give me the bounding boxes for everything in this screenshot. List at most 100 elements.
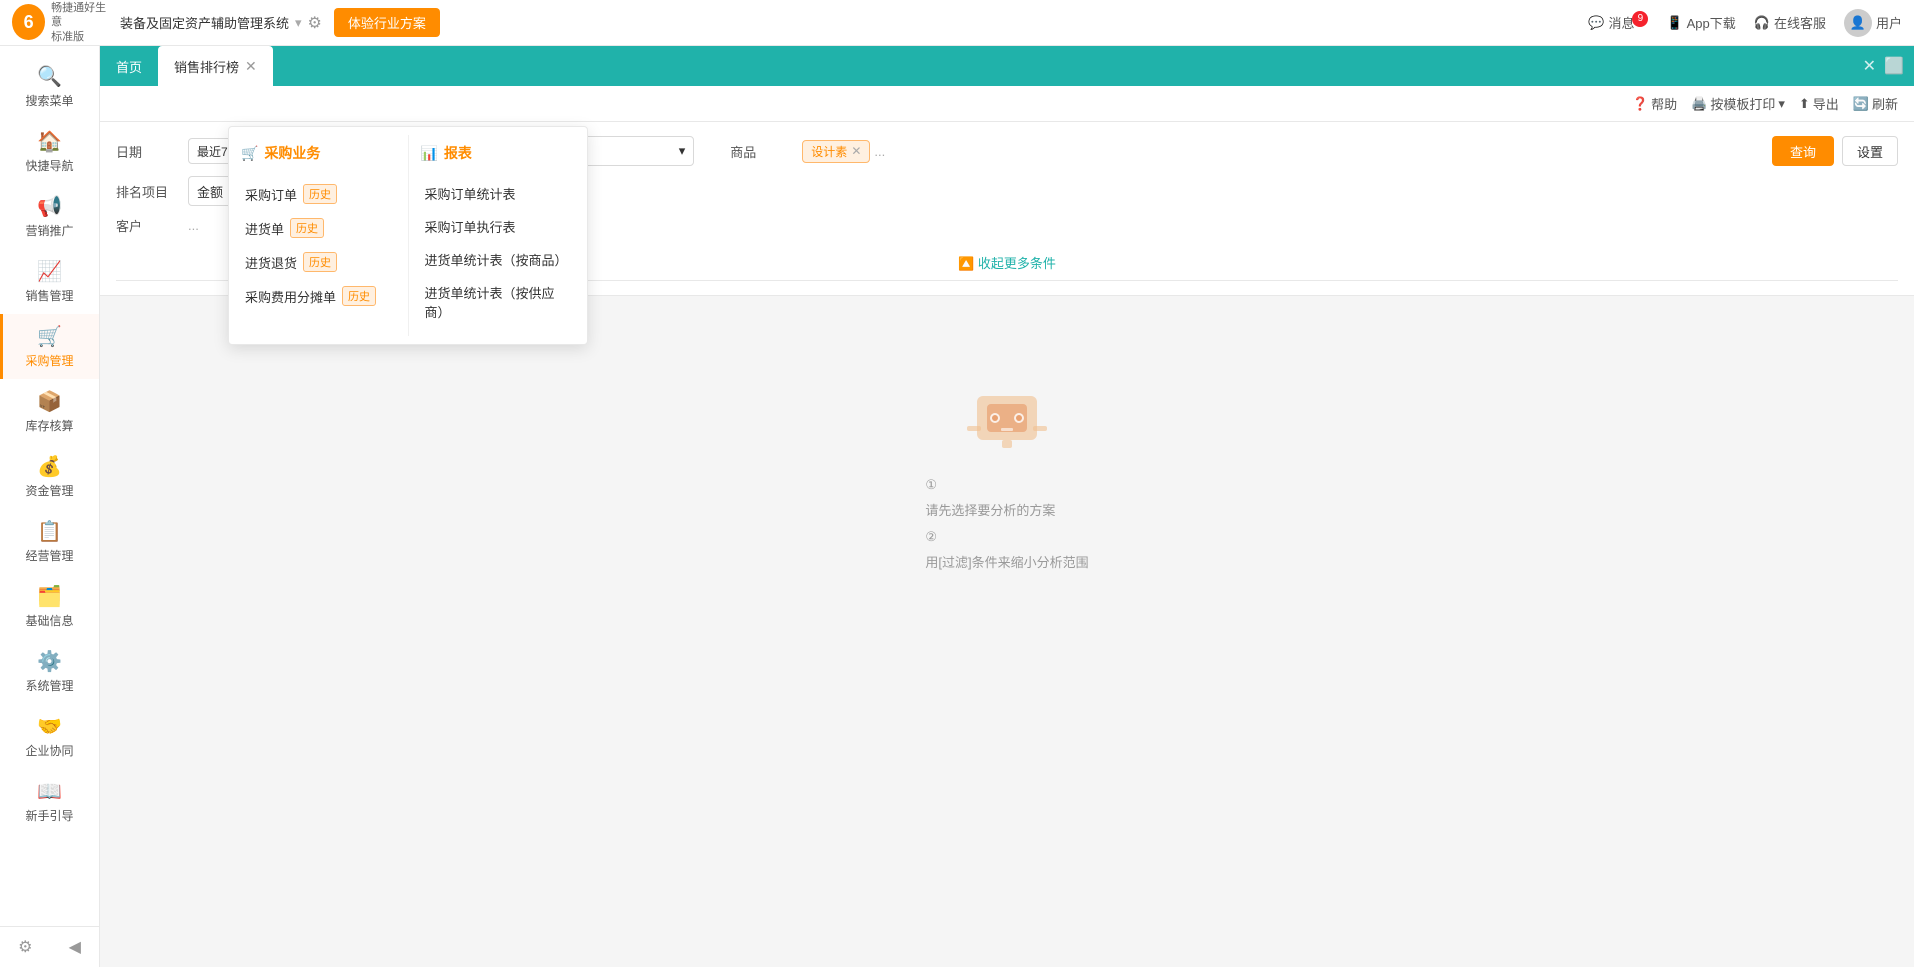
sidebar-label-finance: 资金管理: [25, 482, 73, 499]
settings-bottom-btn[interactable]: ⚙: [18, 937, 32, 957]
inventory-icon: 📦: [37, 389, 62, 414]
sidebar-item-quick[interactable]: 🏠 快捷导航: [0, 119, 99, 184]
dropdown-item-order-stats[interactable]: 采购订单统计表: [421, 177, 576, 210]
gear-icon[interactable]: ⚙: [308, 13, 322, 33]
finance-icon: 💰: [37, 454, 62, 479]
dropdown-item-expense[interactable]: 采购费用分摊单 历史: [241, 279, 396, 313]
sidebar-label-guide: 新手引导: [25, 807, 73, 824]
message-badge: 9: [1632, 11, 1648, 27]
history-badge-2: 历史: [303, 252, 337, 272]
tab-sales-ranking[interactable]: 销售排行榜 ✕: [158, 46, 273, 86]
export-icon: ⬆: [1799, 96, 1810, 112]
date-label: 日期: [116, 142, 172, 161]
goods-tag[interactable]: 设计素 ✕: [802, 140, 870, 163]
purchase-dropdown-menu: 🛒 采购业务 采购订单 历史 进货单 历史 进货退货 历史: [228, 126, 588, 345]
tab-restore-icon[interactable]: ⬜: [1884, 56, 1904, 76]
avatar: 👤: [1844, 9, 1872, 37]
goods-tag-close[interactable]: ✕: [851, 144, 861, 158]
customer-more-btn[interactable]: ...: [188, 218, 199, 233]
toolbar: ❓ 帮助 🖨️ 按模板打印 ▾ ⬆ 导出 🔄 刷新: [100, 86, 1914, 122]
enterprise-icon: 🤝: [37, 714, 62, 739]
dropdown-item-order-exec[interactable]: 采购订单执行表: [421, 210, 576, 243]
sidebar-item-sales[interactable]: 📈 销售管理: [0, 249, 99, 314]
history-badge-1: 历史: [290, 218, 324, 238]
query-btn[interactable]: 查询: [1772, 136, 1834, 166]
content-area: 首页 销售排行榜 ✕ ✕ ⬜ ❓ 帮助 🖨️: [100, 46, 1914, 967]
headset-icon: 🎧: [1754, 15, 1770, 31]
online-service-btn[interactable]: 🎧 在线客服: [1754, 13, 1826, 32]
guide-icon: 📖: [37, 779, 62, 804]
purchase-header: 🛒 采购业务: [241, 143, 396, 167]
tab-close-all-icon[interactable]: ✕: [1863, 56, 1876, 76]
empty-text: ① 请先选择要分析的方案 ② 用[过滤]条件来缩小分析范围: [925, 472, 1088, 576]
empty-state: ① 请先选择要分析的方案 ② 用[过滤]条件来缩小分析范围: [100, 296, 1914, 656]
sales-icon: 📈: [37, 259, 62, 284]
logo-text: 畅捷通好生意 标准版: [51, 1, 112, 44]
phone-icon: 📱: [1666, 15, 1682, 31]
logo-icon: 6: [12, 4, 45, 40]
sidebar-item-purchase[interactable]: 🛒 采购管理: [0, 314, 99, 379]
tab-bar-actions: ✕ ⬜: [1863, 56, 1914, 76]
sidebar-label-inventory: 库存核算: [25, 417, 73, 434]
goods-label: 商品: [730, 142, 786, 161]
sidebar-label-basic: 基础信息: [25, 612, 73, 629]
sidebar-label-system: 系统管理: [25, 677, 73, 694]
collapse-sidebar-btn[interactable]: ◀: [69, 937, 81, 957]
page-content: ❓ 帮助 🖨️ 按模板打印 ▾ ⬆ 导出 🔄 刷新: [100, 86, 1914, 967]
sidebar: 🔍 搜索菜单 🏠 快捷导航 📢 营销推广 📈 销售管理 🛒 采购管理 📦 库存核…: [0, 46, 100, 967]
setting-btn[interactable]: 设置: [1842, 136, 1898, 166]
system-name-area: 装备及固定资产辅助管理系统 ▾ ⚙: [120, 13, 322, 33]
sidebar-item-system[interactable]: ⚙️ 系统管理: [0, 639, 99, 704]
tab-close-icon[interactable]: ✕: [245, 58, 257, 75]
system-name: 装备及固定资产辅助管理系统: [120, 13, 289, 32]
filter-actions-right: 查询 设置: [1772, 136, 1898, 166]
system-dropdown-icon[interactable]: ▾: [295, 15, 302, 31]
export-btn[interactable]: ⬆ 导出: [1799, 94, 1839, 113]
goods-more-btn[interactable]: ...: [874, 144, 885, 159]
industry-btn[interactable]: 体验行业方案: [334, 8, 440, 37]
voucher-status-chevron: ▾: [679, 143, 686, 159]
sidebar-item-search[interactable]: 🔍 搜索菜单: [0, 54, 99, 119]
history-badge-0: 历史: [303, 184, 337, 204]
app-download-btn[interactable]: 📱 App下载: [1666, 13, 1735, 32]
report-header: 📊 报表: [421, 143, 576, 167]
sidebar-item-operations[interactable]: 📋 经营管理: [0, 509, 99, 574]
sidebar-label-purchase: 采购管理: [25, 352, 73, 369]
sidebar-label-enterprise: 企业协同: [25, 742, 73, 759]
sidebar-label-sales: 销售管理: [25, 287, 73, 304]
tab-home[interactable]: 首页: [100, 46, 158, 86]
message-icon: 💬: [1588, 15, 1604, 31]
logo-area: 6 畅捷通好生意 标准版: [12, 1, 112, 44]
dropdown-item-inbound-by-supplier[interactable]: 进货单统计表（按供应商）: [421, 276, 576, 328]
operations-icon: 📋: [37, 519, 62, 544]
topbar: 6 畅捷通好生意 标准版 装备及固定资产辅助管理系统 ▾ ⚙ 体验行业方案 💬 …: [0, 0, 1914, 46]
user-btn[interactable]: 👤 用户: [1844, 9, 1902, 37]
sidebar-item-basic[interactable]: 🗂️ 基础信息: [0, 574, 99, 639]
basic-icon: 🗂️: [37, 584, 62, 609]
message-btn[interactable]: 💬 消息 9: [1588, 13, 1648, 32]
empty-illustration: [957, 376, 1057, 456]
sidebar-item-finance[interactable]: 💰 资金管理: [0, 444, 99, 509]
home-icon: 🏠: [37, 129, 62, 154]
dropdown-item-return[interactable]: 进货退货 历史: [241, 245, 396, 279]
sidebar-item-inventory[interactable]: 📦 库存核算: [0, 379, 99, 444]
sidebar-item-marketing[interactable]: 📢 营销推广: [0, 184, 99, 249]
purchase-icon: 🛒: [37, 324, 62, 349]
help-btn[interactable]: ❓ 帮助: [1632, 94, 1677, 113]
main-layout: 🔍 搜索菜单 🏠 快捷导航 📢 营销推广 📈 销售管理 🛒 采购管理 📦 库存核…: [0, 46, 1914, 967]
sidebar-item-guide[interactable]: 📖 新手引导: [0, 769, 99, 834]
dropdown-item-inbound-by-goods[interactable]: 进货单统计表（按商品）: [421, 243, 576, 276]
collapse-label: 收起更多条件: [978, 256, 1056, 271]
customer-label: 客户: [116, 216, 172, 235]
refresh-btn[interactable]: 🔄 刷新: [1853, 94, 1898, 113]
dropdown-item-purchase-order[interactable]: 采购订单 历史: [241, 177, 396, 211]
sidebar-label-search: 搜索菜单: [25, 92, 73, 109]
print-template-btn[interactable]: 🖨️ 按模板打印 ▾: [1691, 94, 1785, 113]
sidebar-item-enterprise[interactable]: 🤝 企业协同: [0, 704, 99, 769]
dropdown-item-inbound[interactable]: 进货单 历史: [241, 211, 396, 245]
purchase-col: 🛒 采购业务 采购订单 历史 进货单 历史 进货退货 历史: [229, 135, 408, 336]
sidebar-label-marketing: 营销推广: [25, 222, 73, 239]
purchase-header-icon: 🛒: [241, 145, 258, 162]
print-dropdown-icon: ▾: [1778, 96, 1785, 112]
sidebar-label-operations: 经营管理: [25, 547, 73, 564]
